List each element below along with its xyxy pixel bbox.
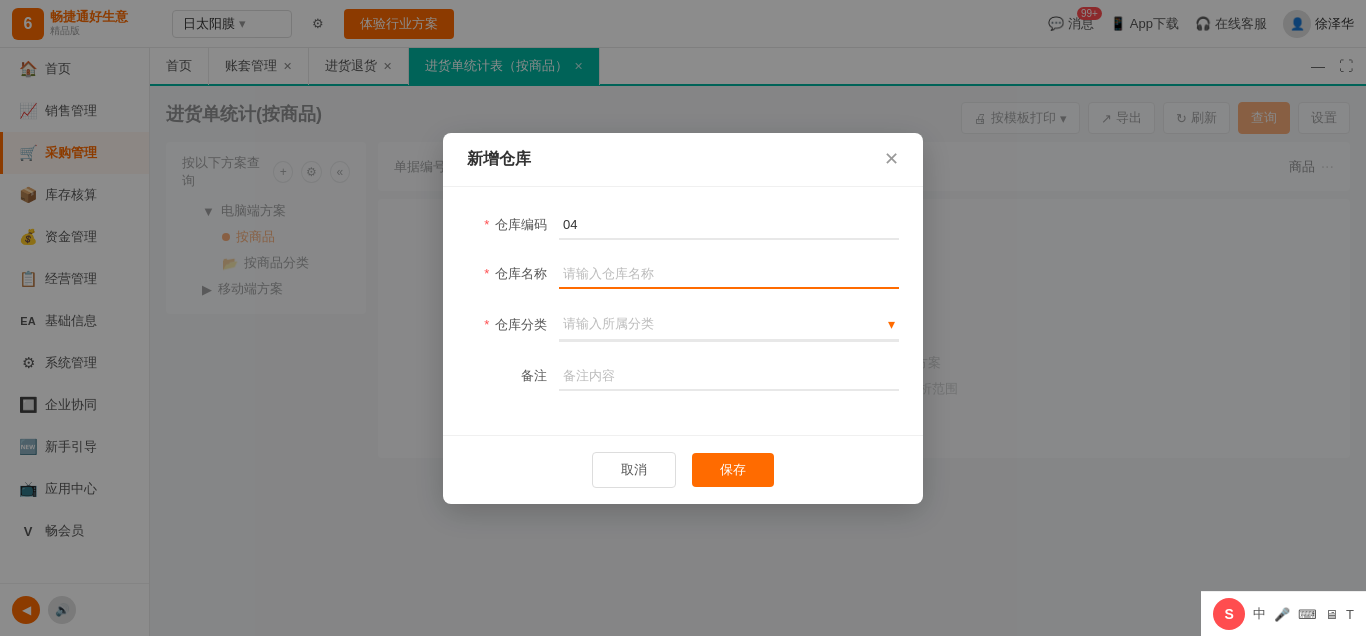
name-field-container [559, 260, 899, 289]
modal-close-button[interactable]: ✕ [884, 150, 899, 168]
name-label: * 仓库名称 [467, 265, 547, 283]
code-field-container [559, 211, 899, 240]
modal-title: 新增仓库 [467, 149, 531, 170]
bottom-bar: S 中 🎤 ⌨ 🖥 T [1201, 591, 1366, 636]
remark-field-container [559, 362, 899, 391]
category-label: * 仓库分类 [467, 316, 547, 334]
mic-button[interactable]: 🎤 [1274, 607, 1290, 622]
add-warehouse-modal: 新增仓库 ✕ * 仓库编码 [443, 133, 923, 504]
warehouse-remark-input[interactable] [559, 362, 899, 391]
bottom-label-chinese: 中 [1253, 605, 1266, 623]
code-label: * 仓库编码 [467, 216, 547, 234]
category-placeholder: 请输入所属分类 [563, 315, 654, 333]
warehouse-category-select[interactable]: 请输入所属分类 ▾ [559, 309, 899, 341]
keyboard-button[interactable]: ⌨ [1298, 607, 1317, 622]
required-mark: * [484, 317, 489, 332]
warehouse-name-input[interactable] [559, 260, 899, 289]
modal-overlay: 新增仓库 ✕ * 仓库编码 [150, 48, 1366, 636]
form-row-name: * 仓库名称 [467, 260, 899, 289]
main-layout: 🏠 首页 📈 销售管理 🛒 采购管理 📦 库存核算 💰 资金管理 📋 经 [0, 48, 1366, 636]
s-icon: S [1213, 598, 1245, 630]
content-area: 首页 账套管理 ✕ 进货退货 ✕ 进货单统计表（按商品） ✕ — ⛶ [150, 48, 1366, 636]
chevron-down-icon: ▾ [888, 316, 895, 332]
modal-body: * 仓库编码 * 仓库名称 [443, 187, 923, 435]
modal-header: 新增仓库 ✕ [443, 133, 923, 187]
required-mark: * [484, 266, 489, 281]
form-row-remark: 备注 [467, 362, 899, 391]
category-field-container: 请输入所属分类 ▾ [559, 309, 899, 342]
display-button[interactable]: 🖥 [1325, 607, 1338, 622]
cancel-button[interactable]: 取消 [592, 452, 676, 488]
form-row-code: * 仓库编码 [467, 211, 899, 240]
form-row-category: * 仓库分类 请输入所属分类 ▾ [467, 309, 899, 342]
translate-button[interactable]: T [1346, 607, 1354, 622]
remark-label: 备注 [467, 367, 547, 385]
save-button[interactable]: 保存 [692, 453, 774, 487]
modal-footer: 取消 保存 [443, 435, 923, 504]
warehouse-code-input[interactable] [559, 211, 899, 240]
required-mark: * [484, 217, 489, 232]
